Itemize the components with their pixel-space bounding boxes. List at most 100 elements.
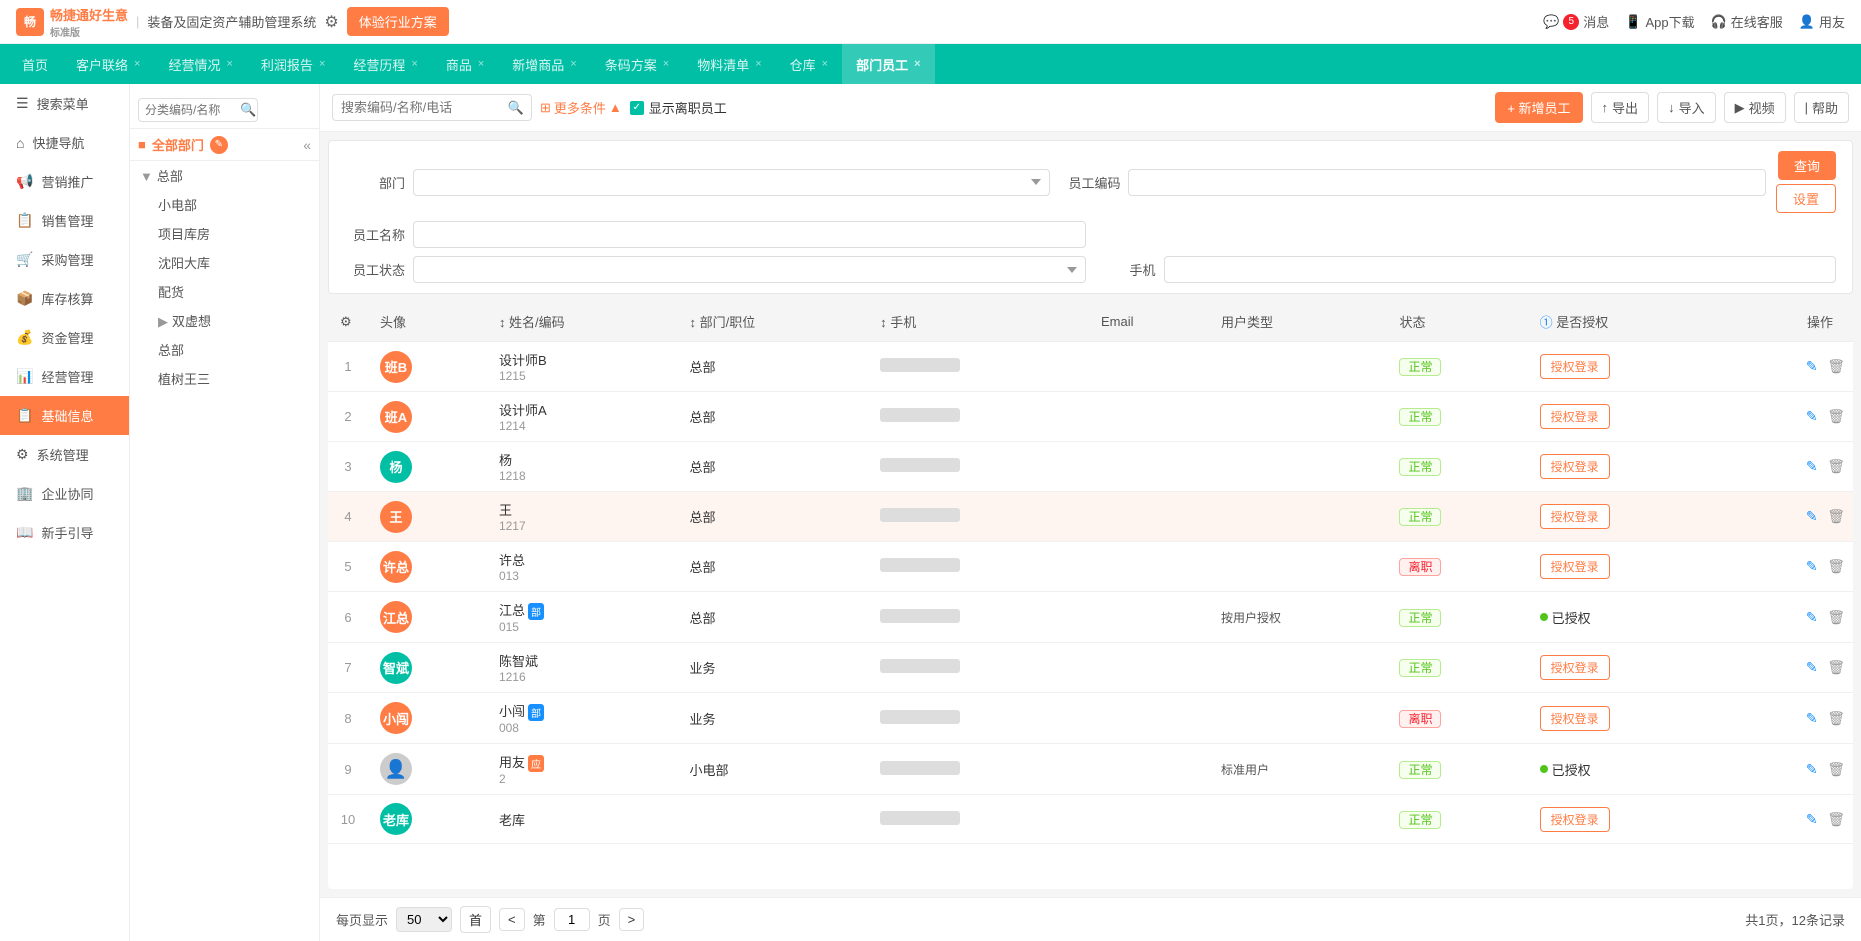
message-item[interactable]: 💬 5 消息 — [1543, 12, 1609, 31]
tab-journey[interactable]: 经营历程× — [339, 44, 431, 84]
td-auth[interactable]: 授权登录 — [1528, 693, 1728, 744]
edit-icon[interactable]: ✎ — [1806, 761, 1818, 777]
auth-login-button[interactable]: 授权登录 — [1540, 706, 1610, 731]
dept-all-label[interactable]: ■ 全部部门 ✎ — [138, 135, 228, 154]
edit-icon[interactable]: ✎ — [1806, 659, 1818, 675]
edit-icon[interactable]: ✎ — [1806, 358, 1818, 374]
dept-node-zongbu[interactable]: 总部 — [130, 335, 319, 364]
dept-search-icon[interactable]: 🔍 — [240, 102, 256, 118]
tab-department[interactable]: 部门员工× — [842, 44, 934, 84]
sidebar-item-guide[interactable]: 📖 新手引导 — [0, 513, 129, 552]
sidebar-item-search[interactable]: ☰ 搜索菜单 — [0, 84, 129, 123]
sidebar-item-system[interactable]: ⚙ 系统管理 — [0, 435, 129, 474]
sidebar-item-ops[interactable]: 📊 经营管理 — [0, 357, 129, 396]
td-auth[interactable]: 授权登录 — [1528, 442, 1728, 492]
tab-goods[interactable]: 商品× — [432, 44, 498, 84]
export-button[interactable]: ↑ 导出 — [1591, 92, 1650, 123]
auth-login-button[interactable]: 授权登录 — [1540, 454, 1610, 479]
tab-goods-close[interactable]: × — [478, 58, 484, 70]
tab-operations-close[interactable]: × — [226, 58, 232, 70]
tab-barcode[interactable]: 条码方案× — [591, 44, 683, 84]
tab-department-close[interactable]: × — [914, 58, 920, 70]
edit-icon[interactable]: ✎ — [1806, 558, 1818, 574]
td-auth[interactable]: 授权登录 — [1528, 392, 1728, 442]
table-settings-icon[interactable]: ⚙ — [340, 314, 352, 329]
edit-icon[interactable]: ✎ — [1806, 609, 1818, 625]
edit-icon[interactable]: ✎ — [1806, 458, 1818, 474]
auth-login-button[interactable]: 授权登录 — [1540, 504, 1610, 529]
show-resigned-toggle[interactable]: ✓ 显示离职员工 — [630, 98, 727, 117]
first-page-btn[interactable]: 首 — [460, 906, 491, 933]
tab-customer-close[interactable]: × — [134, 58, 140, 70]
query-button[interactable]: 查询 — [1778, 151, 1836, 180]
emp-status-select[interactable] — [413, 256, 1086, 283]
tab-add-goods-close[interactable]: × — [570, 58, 576, 70]
search-input[interactable] — [332, 94, 532, 121]
dept-node-xiaodibu[interactable]: 小电部 — [130, 190, 319, 219]
edit-icon[interactable]: ✎ — [1806, 710, 1818, 726]
dept-node-zhishuwang[interactable]: 植树王三 — [130, 364, 319, 393]
phone-input[interactable] — [1164, 256, 1837, 283]
td-auth[interactable]: 授权登录 — [1528, 342, 1728, 392]
online-service-item[interactable]: 🎧 在线客服 — [1711, 12, 1783, 31]
delete-icon[interactable]: 🗑 — [1827, 710, 1845, 726]
tab-profit[interactable]: 利润报告× — [247, 44, 339, 84]
edit-icon[interactable]: ✎ — [1806, 811, 1818, 827]
tab-barcode-close[interactable]: × — [663, 58, 669, 70]
dept-node-shuangxu[interactable]: ▶双虚想 — [130, 306, 319, 335]
tab-add-goods[interactable]: 新增商品× — [498, 44, 590, 84]
delete-icon[interactable]: 🗑 — [1827, 761, 1845, 777]
delete-icon[interactable]: 🗑 — [1827, 558, 1845, 574]
auth-login-button[interactable]: 授权登录 — [1540, 354, 1610, 379]
auth-login-button[interactable]: 授权登录 — [1540, 554, 1610, 579]
video-button[interactable]: ▶ 视频 — [1724, 92, 1786, 123]
dept-node-peihuo[interactable]: 配货 — [130, 277, 319, 306]
dept-collapse-icon[interactable]: « — [303, 137, 311, 153]
edit-icon[interactable]: ✎ — [1806, 508, 1818, 524]
delete-icon[interactable]: 🗑 — [1827, 609, 1845, 625]
dept-node-xiangmu[interactable]: 项目库房 — [130, 219, 319, 248]
dept-node-zongbu-parent[interactable]: ▼总部 — [130, 161, 319, 190]
td-auth[interactable]: 已授权 — [1528, 592, 1728, 643]
sidebar-item-finance[interactable]: 💰 资金管理 — [0, 318, 129, 357]
emp-code-input[interactable] — [1128, 169, 1766, 196]
delete-icon[interactable]: 🗑 — [1827, 458, 1845, 474]
dept-edit-icon[interactable]: ✎ — [210, 136, 228, 154]
more-conditions-btn[interactable]: ⊞ 更多条件 ▲ — [540, 98, 622, 117]
dept-node-shenyang[interactable]: 沈阳大库 — [130, 248, 319, 277]
sidebar-item-enterprise[interactable]: 🏢 企业协同 — [0, 474, 129, 513]
prev-page-btn[interactable]: < — [499, 908, 525, 931]
current-page-input[interactable] — [554, 908, 590, 931]
add-employee-button[interactable]: + 新增员工 — [1495, 92, 1582, 123]
tab-warehouse[interactable]: 仓库× — [776, 44, 842, 84]
search-icon[interactable]: 🔍 — [508, 100, 524, 116]
sidebar-item-sales[interactable]: 📋 销售管理 — [0, 201, 129, 240]
dept-filter-select[interactable] — [413, 169, 1050, 196]
tab-bom-close[interactable]: × — [755, 58, 761, 70]
delete-icon[interactable]: 🗑 — [1827, 659, 1845, 675]
sidebar-item-inventory[interactable]: 📦 库存核算 — [0, 279, 129, 318]
td-auth[interactable]: 授权登录 — [1528, 643, 1728, 693]
import-button[interactable]: ↓ 导入 — [1657, 92, 1716, 123]
delete-icon[interactable]: 🗑 — [1827, 408, 1845, 424]
sidebar-item-purchase[interactable]: 🛒 采购管理 — [0, 240, 129, 279]
emp-name-input[interactable] — [413, 221, 1086, 248]
delete-icon[interactable]: 🗑 — [1827, 811, 1845, 827]
tab-journey-close[interactable]: × — [411, 58, 417, 70]
tab-home[interactable]: 首页 — [8, 44, 62, 84]
auth-login-button[interactable]: 授权登录 — [1540, 655, 1610, 680]
sidebar-item-basic[interactable]: 📋 基础信息 — [0, 396, 129, 435]
sidebar-item-marketing[interactable]: 📢 营销推广 — [0, 162, 129, 201]
tab-operations[interactable]: 经营情况× — [154, 44, 246, 84]
settings-icon[interactable]: ⚙ — [324, 12, 338, 32]
next-page-btn[interactable]: > — [619, 908, 645, 931]
td-auth[interactable]: 授权登录 — [1528, 795, 1728, 844]
edit-icon[interactable]: ✎ — [1806, 408, 1818, 424]
set-button[interactable]: 设置 — [1776, 184, 1836, 213]
auth-login-button[interactable]: 授权登录 — [1540, 404, 1610, 429]
delete-icon[interactable]: 🗑 — [1827, 358, 1845, 374]
td-auth[interactable]: 已授权 — [1528, 744, 1728, 795]
delete-icon[interactable]: 🗑 — [1827, 508, 1845, 524]
td-auth[interactable]: 授权登录 — [1528, 492, 1728, 542]
help-button[interactable]: | 帮助 — [1794, 92, 1849, 123]
